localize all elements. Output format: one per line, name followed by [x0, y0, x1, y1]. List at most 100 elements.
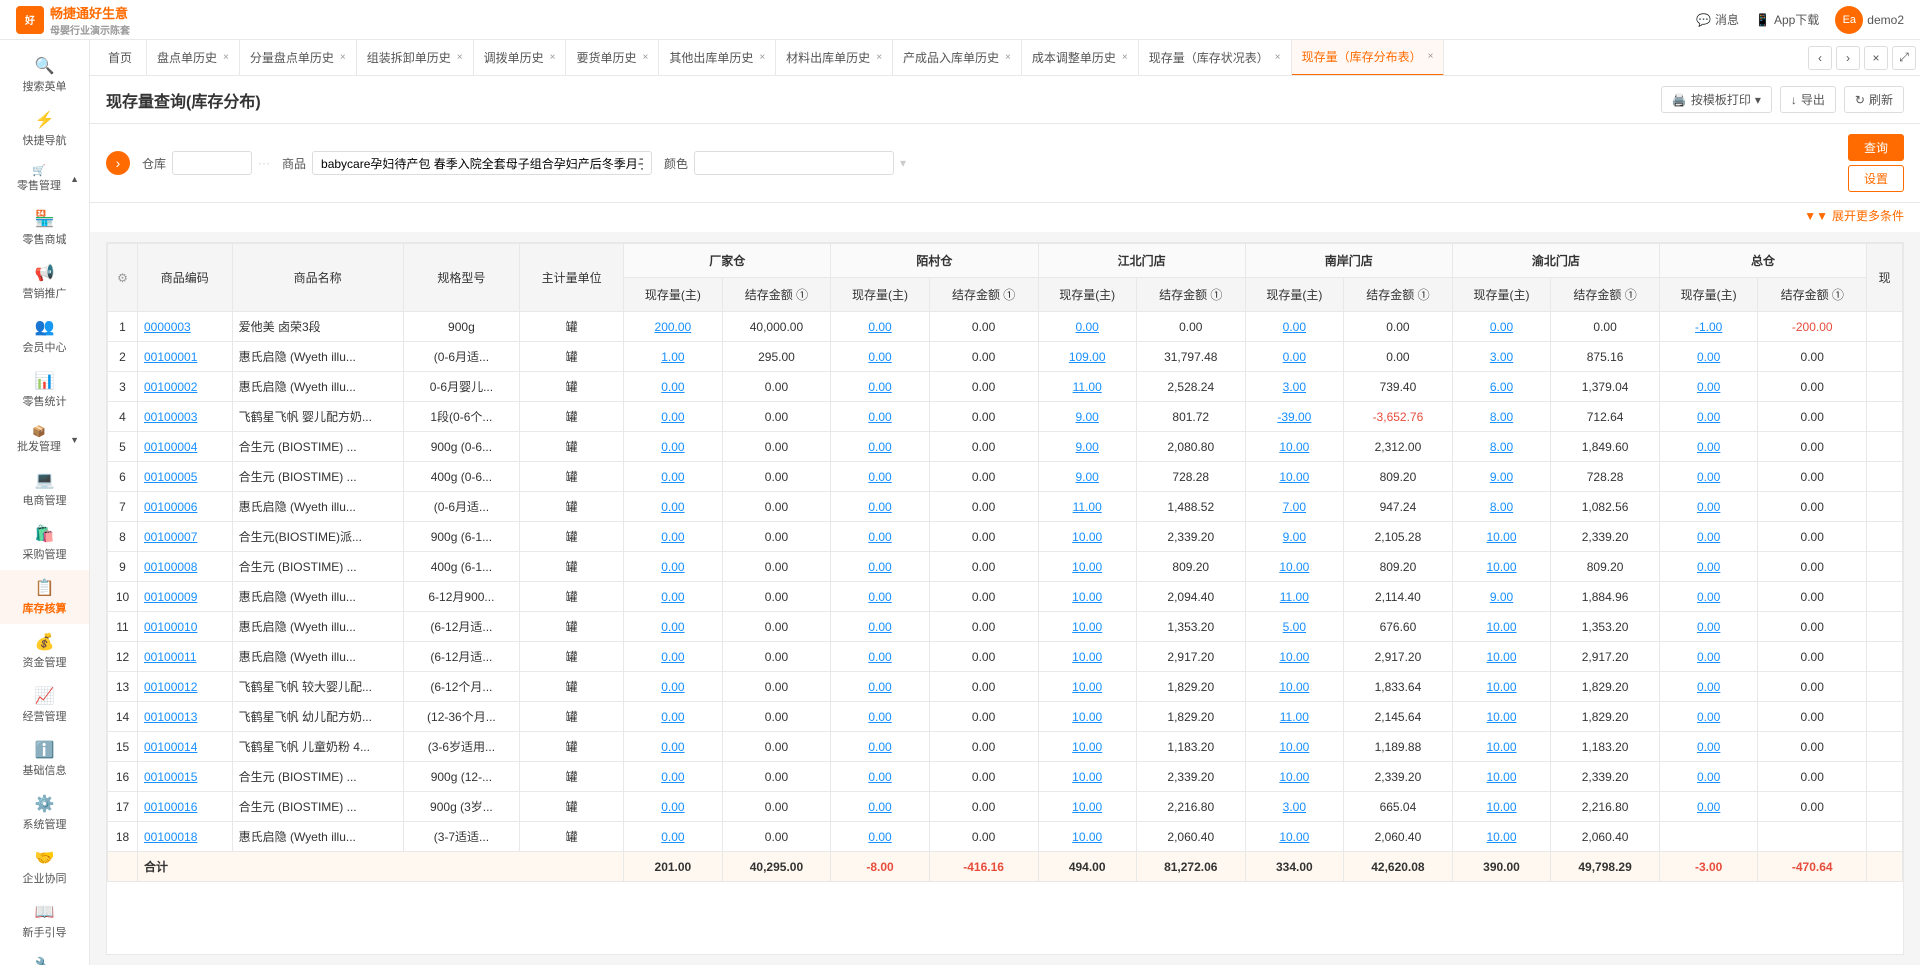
tab-3[interactable]: 组装拆卸单历史 ×	[357, 40, 474, 76]
row-zc-qty[interactable]: 0.00	[1659, 552, 1757, 582]
expand-conditions-btn[interactable]: ▼▼ 展开更多条件	[1804, 207, 1904, 224]
tab-6-close[interactable]: ×	[759, 52, 765, 63]
sidebar-item-search[interactable]: 🔍 搜索英单	[0, 48, 89, 102]
warehouse-input[interactable]	[172, 151, 252, 175]
row-na-qty[interactable]: 3.00	[1245, 372, 1343, 402]
row-fc-qty[interactable]: 0.00	[624, 372, 722, 402]
tab-5-close[interactable]: ×	[642, 52, 648, 63]
row-jb-qty[interactable]: 9.00	[1038, 432, 1136, 462]
row-yb-qty[interactable]: 9.00	[1452, 582, 1550, 612]
row-jb-qty[interactable]: 10.00	[1038, 762, 1136, 792]
row-zc-qty[interactable]: 0.00	[1659, 372, 1757, 402]
row-yb-qty[interactable]: 8.00	[1452, 492, 1550, 522]
row-zc-qty[interactable]: 0.00	[1659, 672, 1757, 702]
sidebar-item-wholesale[interactable]: 📦 批发管理 ▼	[0, 417, 89, 462]
sidebar-item-ecom[interactable]: 💻 电商管理	[0, 462, 89, 516]
row-zc-qty[interactable]: 0.00	[1659, 402, 1757, 432]
tab-10-close[interactable]: ×	[1275, 52, 1281, 63]
row-yb-qty[interactable]: 10.00	[1452, 762, 1550, 792]
row-jb-qty[interactable]: 10.00	[1038, 702, 1136, 732]
row-mc-qty[interactable]: 0.00	[831, 372, 929, 402]
row-mc-qty[interactable]: 0.00	[831, 552, 929, 582]
sidebar-item-apps[interactable]: 🔧 应用中心	[0, 948, 89, 965]
row-fc-qty[interactable]: 0.00	[624, 732, 722, 762]
sidebar-item-basics[interactable]: ℹ️ 基础信息	[0, 732, 89, 786]
row-mc-qty[interactable]: 0.00	[831, 612, 929, 642]
tab-prev[interactable]: ‹	[1808, 46, 1832, 70]
tab-home[interactable]: 首页	[94, 40, 147, 76]
row-fc-qty[interactable]: 0.00	[624, 702, 722, 732]
row-na-qty[interactable]: 7.00	[1245, 492, 1343, 522]
row-na-qty[interactable]: 0.00	[1245, 312, 1343, 342]
tab-3-close[interactable]: ×	[457, 52, 463, 63]
row-zc-qty[interactable]: -1.00	[1659, 312, 1757, 342]
row-zc-qty[interactable]: 0.00	[1659, 342, 1757, 372]
sidebar-item-purchase[interactable]: 🛍️ 采购管理	[0, 516, 89, 570]
tab-next[interactable]: ›	[1836, 46, 1860, 70]
row-mc-qty[interactable]: 0.00	[831, 762, 929, 792]
row-zc-qty[interactable]: 0.00	[1659, 732, 1757, 762]
row-yb-qty[interactable]: 9.00	[1452, 462, 1550, 492]
row-jb-qty[interactable]: 10.00	[1038, 792, 1136, 822]
search-btn[interactable]: 查询	[1848, 134, 1904, 161]
row-code[interactable]: 00100010	[138, 612, 233, 642]
row-zc-qty[interactable]	[1659, 822, 1757, 852]
row-code[interactable]: 00100008	[138, 552, 233, 582]
row-zc-qty[interactable]: 0.00	[1659, 522, 1757, 552]
row-jb-qty[interactable]: 11.00	[1038, 492, 1136, 522]
row-na-qty[interactable]: 10.00	[1245, 822, 1343, 852]
row-na-qty[interactable]: 3.00	[1245, 792, 1343, 822]
row-jb-qty[interactable]: 10.00	[1038, 672, 1136, 702]
row-na-qty[interactable]: 11.00	[1245, 702, 1343, 732]
row-yb-qty[interactable]: 10.00	[1452, 522, 1550, 552]
setting-btn[interactable]: 设置	[1848, 165, 1904, 192]
row-yb-qty[interactable]: 10.00	[1452, 702, 1550, 732]
row-code[interactable]: 00100015	[138, 762, 233, 792]
sidebar-item-retail-stats[interactable]: 📊 零售统计	[0, 363, 89, 417]
row-fc-qty[interactable]: 0.00	[624, 822, 722, 852]
sidebar-item-system[interactable]: ⚙️ 系统管理	[0, 786, 89, 840]
tab-expand[interactable]: ⤢	[1892, 46, 1916, 70]
row-jb-qty[interactable]: 10.00	[1038, 522, 1136, 552]
user-area[interactable]: Ea demo2	[1835, 6, 1904, 34]
row-fc-qty[interactable]: 0.00	[624, 582, 722, 612]
row-jb-qty[interactable]: 10.00	[1038, 552, 1136, 582]
msg-btn[interactable]: 💬 消息	[1696, 11, 1739, 28]
row-mc-qty[interactable]: 0.00	[831, 522, 929, 552]
row-fc-qty[interactable]: 0.00	[624, 642, 722, 672]
row-yb-qty[interactable]: 10.00	[1452, 822, 1550, 852]
row-fc-qty[interactable]: 0.00	[624, 552, 722, 582]
row-fc-qty[interactable]: 0.00	[624, 432, 722, 462]
row-fc-qty[interactable]: 0.00	[624, 462, 722, 492]
row-na-qty[interactable]: 11.00	[1245, 582, 1343, 612]
row-mc-qty[interactable]: 0.00	[831, 402, 929, 432]
row-jb-qty[interactable]: 10.00	[1038, 582, 1136, 612]
row-mc-qty[interactable]: 0.00	[831, 342, 929, 372]
sidebar-item-shop[interactable]: 🏪 零售商城	[0, 201, 89, 255]
sidebar-item-management[interactable]: 📈 经营管理	[0, 678, 89, 732]
row-mc-qty[interactable]: 0.00	[831, 702, 929, 732]
tab-1-close[interactable]: ×	[223, 52, 229, 63]
row-code[interactable]: 00100016	[138, 792, 233, 822]
row-yb-qty[interactable]: 10.00	[1452, 792, 1550, 822]
tab-11-close[interactable]: ×	[1428, 51, 1434, 62]
row-jb-qty[interactable]: 11.00	[1038, 372, 1136, 402]
tab-9-close[interactable]: ×	[1122, 52, 1128, 63]
tab-2-close[interactable]: ×	[340, 52, 346, 63]
tab-2[interactable]: 分量盘点单历史 ×	[240, 40, 357, 76]
row-code[interactable]: 00100014	[138, 732, 233, 762]
row-mc-qty[interactable]: 0.00	[831, 462, 929, 492]
row-na-qty[interactable]: 10.00	[1245, 762, 1343, 792]
row-jb-qty[interactable]: 9.00	[1038, 462, 1136, 492]
search-collapse-btn[interactable]: ›	[106, 151, 130, 175]
color-input[interactable]	[694, 151, 894, 175]
row-fc-qty[interactable]: 200.00	[624, 312, 722, 342]
row-code[interactable]: 00100013	[138, 702, 233, 732]
row-code[interactable]: 00100005	[138, 462, 233, 492]
row-code[interactable]: 0000003	[138, 312, 233, 342]
row-mc-qty[interactable]: 0.00	[831, 432, 929, 462]
sidebar-item-enterprise[interactable]: 🤝 企业协同	[0, 840, 89, 894]
row-code[interactable]: 00100002	[138, 372, 233, 402]
row-code[interactable]: 00100007	[138, 522, 233, 552]
row-yb-qty[interactable]: 3.00	[1452, 342, 1550, 372]
